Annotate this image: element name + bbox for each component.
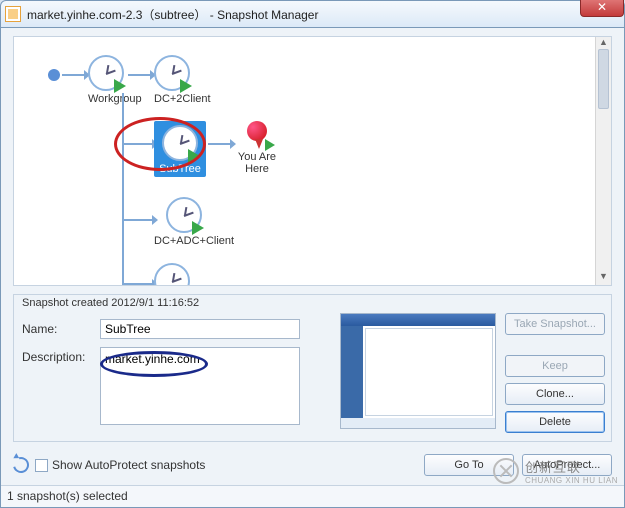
show-autoprotect-label: Show AutoProtect snapshots	[52, 458, 205, 472]
show-autoprotect-checkbox[interactable]	[35, 459, 48, 472]
snapshot-tree-panel: Workgroup DC+2Client SubTree You Are Her…	[13, 36, 612, 286]
action-button-column: Take Snapshot... Keep Clone... Delete	[505, 313, 605, 433]
snapshot-node-subtree[interactable]: SubTree	[154, 121, 206, 177]
window-title: market.yinhe.com-2.3（subtree） - Snapshot…	[27, 6, 318, 23]
name-input[interactable]	[100, 319, 300, 339]
take-snapshot-button[interactable]: Take Snapshot...	[505, 313, 605, 335]
connector-arrow-icon	[62, 74, 84, 76]
snapshot-node-dc2client[interactable]: DC+2Client	[154, 55, 210, 105]
vertical-scrollbar[interactable]: ▲ ▼	[595, 37, 611, 285]
titlebar: market.yinhe.com-2.3（subtree） - Snapshot…	[0, 0, 625, 28]
snapshot-label: DC+2Client	[154, 93, 210, 105]
snapshot-icon	[88, 55, 124, 91]
name-label: Name:	[22, 319, 100, 336]
start-dot-icon	[48, 69, 60, 81]
snapshot-details-group: Snapshot created 2012/9/1 11:16:52 Name:…	[13, 294, 612, 442]
snapshot-icon	[154, 263, 190, 286]
connector-arrow-icon	[208, 143, 230, 145]
snapshot-label: DC+ADC+Client	[154, 235, 210, 247]
you-are-here-node[interactable]: You Are Here	[232, 121, 282, 175]
goto-button[interactable]: Go To	[424, 454, 514, 476]
connector-arrow-icon	[128, 74, 150, 76]
keep-button[interactable]: Keep	[505, 355, 605, 377]
scroll-down-icon[interactable]: ▼	[596, 271, 611, 285]
snapshot-node-dcadc[interactable]: DC+ADC+Client	[154, 197, 214, 247]
snapshot-node-extra[interactable]	[154, 263, 190, 286]
snapshot-created-legend: Snapshot created 2012/9/1 11:16:52	[22, 297, 603, 309]
connector-line-icon	[122, 93, 124, 285]
snapshot-icon	[154, 55, 190, 91]
snapshot-node-workgroup[interactable]: Workgroup	[88, 55, 142, 105]
snapshot-icon	[162, 125, 198, 161]
description-textarea[interactable]	[100, 347, 300, 425]
snapshot-icon	[166, 197, 202, 233]
description-label: Description:	[22, 347, 100, 364]
refresh-icon[interactable]	[10, 454, 32, 476]
snapshot-label: Workgroup	[88, 93, 142, 105]
scroll-thumb[interactable]	[598, 49, 609, 109]
clone-button[interactable]: Clone...	[505, 383, 605, 405]
bottom-toolbar: Show AutoProtect snapshots Go To AutoPro…	[13, 450, 612, 480]
window-body: Workgroup DC+2Client SubTree You Are Her…	[0, 28, 625, 508]
screenshot-thumbnail	[340, 313, 496, 429]
connector-arrow-icon	[122, 143, 152, 145]
delete-button[interactable]: Delete	[505, 411, 605, 433]
close-button[interactable]: ✕	[580, 0, 624, 17]
autoprotect-button[interactable]: AutoProtect...	[522, 454, 612, 476]
you-are-here-label: You Are Here	[232, 151, 282, 175]
snapshot-label: SubTree	[156, 163, 204, 175]
connector-arrow-icon	[122, 283, 152, 285]
connector-arrow-icon	[122, 219, 152, 221]
status-bar: 1 snapshot(s) selected	[1, 485, 624, 507]
app-icon	[5, 6, 21, 22]
you-are-here-icon	[243, 121, 271, 149]
